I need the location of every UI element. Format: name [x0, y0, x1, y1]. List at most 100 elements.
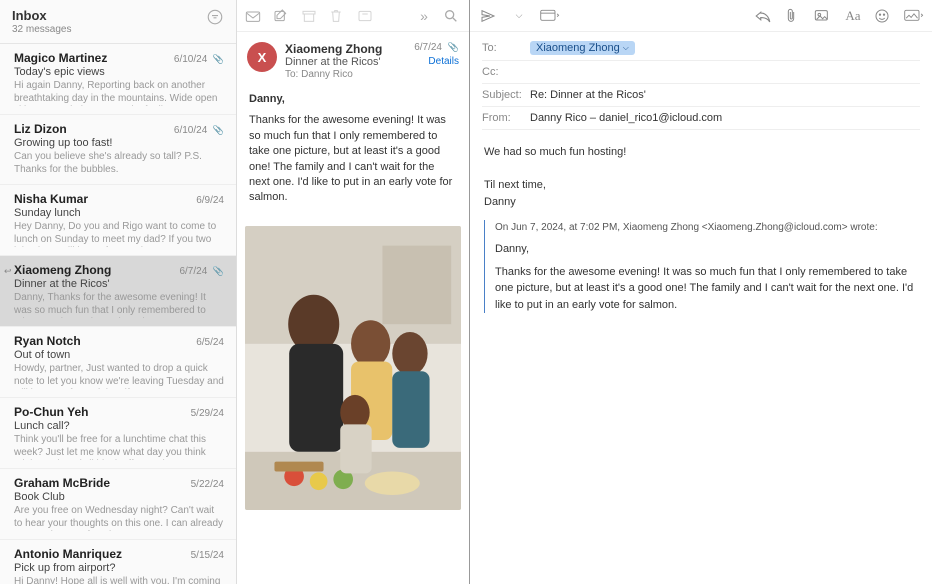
msg-sender: Antonio Manriquez [14, 547, 122, 561]
more-icon[interactable]: » [415, 8, 433, 24]
inbox-header: Inbox 32 messages [0, 0, 236, 44]
preview-greeting: Danny, [249, 92, 457, 107]
preview-header: X Xiaomeng Zhong Dinner at the Ricos' To… [237, 32, 469, 86]
attach-icon: 📎 [210, 266, 224, 276]
body-line: We had so much fun hosting! [484, 144, 918, 161]
quote-body: Thanks for the awesome evening! It was s… [495, 264, 918, 314]
body-line: Danny [484, 194, 918, 211]
mailbox-icon[interactable] [245, 9, 263, 23]
details-link[interactable]: Details [414, 56, 459, 67]
message-item[interactable]: Ryan Notch 6/5/24Out of town Howdy, partne… [0, 327, 236, 398]
msg-subject: Growing up too fast! [14, 137, 224, 149]
chevron-down-icon[interactable]: ⌵ [623, 43, 629, 53]
msg-sender: Xiaomeng Zhong [14, 263, 111, 277]
msg-subject: Today's epic views [14, 66, 224, 78]
compose-body[interactable]: We had so much fun hosting! Til next tim… [470, 134, 932, 323]
msg-date: 5/15/24 [191, 550, 224, 561]
msg-preview: Danny, Thanks for the awesome evening! I… [14, 292, 224, 318]
msg-preview: Are you free on Wednesday night? Can't w… [14, 505, 224, 531]
msg-preview: Hi again Danny, Reporting back on anothe… [14, 80, 224, 106]
msg-date: 6/7/24 📎 [179, 266, 224, 277]
send-menu-chevron-icon[interactable]: ⌵ [510, 10, 528, 21]
attach-icon: 📎 [210, 54, 224, 64]
send-icon[interactable] [480, 8, 498, 24]
flag-icon[interactable] [357, 9, 375, 23]
search-icon[interactable] [443, 8, 461, 24]
message-item[interactable]: ↩Xiaomeng Zhong 6/7/24 📎Dinner at the Ric… [0, 256, 236, 327]
subject-field[interactable]: Subject: Re: Dinner at the Ricos' [482, 84, 920, 107]
attach-icon: 📎 [448, 42, 459, 52]
message-item[interactable]: Graham McBride 5/22/24Book Club Are you fr… [0, 469, 236, 540]
message-item[interactable]: Po-Chun Yeh 5/29/24Lunch call? Think you'l… [0, 398, 236, 469]
preview-subject: Dinner at the Ricos' [285, 56, 406, 68]
filter-icon[interactable] [206, 8, 224, 26]
reply-icon[interactable] [754, 9, 772, 23]
msg-sender: Ryan Notch [14, 334, 81, 348]
message-item[interactable]: Magico Martinez 6/10/24 📎Today's epic vie… [0, 44, 236, 115]
message-item[interactable]: Liz Dizon 6/10/24 📎Growing up too fast! Ca… [0, 115, 236, 185]
format-icon[interactable]: Aa [844, 8, 862, 24]
header-options-icon[interactable] [540, 9, 558, 23]
preview-date: 6/7/24 [414, 42, 442, 53]
from-value: Danny Rico – daniel_rico1@icloud.com [530, 112, 722, 124]
message-item[interactable]: Nisha Kumar 6/9/24Sunday lunch Hey Danny, … [0, 185, 236, 256]
recipient-pill[interactable]: Xiaomeng Zhong⌵ [530, 41, 635, 55]
quote-meta: On Jun 7, 2024, at 7:02 PM, Xiaomeng Zho… [495, 220, 918, 235]
message-list-pane: Inbox 32 messages Magico Martinez 6/10/24… [0, 0, 237, 584]
replied-icon: ↩ [4, 266, 12, 277]
msg-sender: Po-Chun Yeh [14, 405, 88, 419]
msg-date: 6/9/24 [196, 195, 224, 206]
from-field[interactable]: From: Danny Rico – daniel_rico1@icloud.c… [482, 107, 920, 130]
attachment-icon[interactable] [784, 8, 802, 24]
msg-sender: Magico Martinez [14, 51, 107, 65]
message-item[interactable]: Antonio Manriquez 5/15/24Pick up from air… [0, 540, 236, 584]
attach-icon: 📎 [210, 125, 224, 135]
msg-preview: Can you believe she's already so tall? P… [14, 151, 224, 176]
compose-fields: To: Xiaomeng Zhong⌵ Cc: Subject: Re: Din… [470, 32, 932, 134]
msg-sender: Graham McBride [14, 476, 110, 490]
msg-preview: Hi Danny! Hope all is well with you. I'm… [14, 576, 224, 584]
subject-value: Re: Dinner at the Ricos' [530, 89, 646, 101]
compose-pane: ⌵ Aa To: Xiaomeng Zhong⌵ Cc: Subject: Re… [470, 0, 932, 584]
insert-photo-icon[interactable] [814, 9, 832, 23]
preview-image [245, 226, 461, 511]
msg-subject: Lunch call? [14, 420, 224, 432]
quote-greeting: Danny, [495, 241, 918, 258]
message-list[interactable]: Magico Martinez6/10/24 📎Today's epic vie… [0, 44, 236, 584]
compose-toolbar: ⌵ Aa [470, 0, 932, 32]
preview-text: Thanks for the awesome evening! It was s… [249, 113, 457, 205]
quote-block: On Jun 7, 2024, at 7:02 PM, Xiaomeng Zho… [484, 220, 918, 313]
preview-to: To: Danny Rico [285, 69, 406, 80]
emoji-icon[interactable] [874, 8, 892, 24]
msg-subject: Out of town [14, 349, 224, 361]
msg-date: 6/5/24 [196, 337, 224, 348]
body-line: Til next time, [484, 177, 918, 194]
preview-toolbar: » [237, 0, 469, 32]
msg-subject: Pick up from airport? [14, 562, 224, 574]
inbox-count: 32 messages [12, 24, 71, 35]
msg-subject: Sunday lunch [14, 207, 224, 219]
avatar: X [247, 42, 277, 72]
msg-date: 6/10/24 📎 [174, 125, 224, 136]
media-browser-icon[interactable] [904, 9, 922, 23]
msg-date: 6/10/24 📎 [174, 54, 224, 65]
compose-icon[interactable] [273, 8, 291, 24]
cc-field[interactable]: Cc: [482, 61, 920, 84]
msg-date: 5/29/24 [191, 408, 224, 419]
msg-subject: Book Club [14, 491, 224, 503]
archive-icon[interactable] [301, 9, 319, 23]
inbox-title: Inbox [12, 8, 71, 23]
trash-icon[interactable] [329, 8, 347, 24]
to-field[interactable]: To: Xiaomeng Zhong⌵ [482, 36, 920, 61]
msg-preview: Howdy, partner, Just wanted to drop a qu… [14, 363, 224, 389]
preview-body: Danny, Thanks for the awesome evening! I… [237, 86, 469, 216]
msg-preview: Hey Danny, Do you and Rigo want to come … [14, 221, 224, 247]
preview-pane: » X Xiaomeng Zhong Dinner at the Ricos' … [237, 0, 470, 584]
msg-sender: Nisha Kumar [14, 192, 88, 206]
msg-preview: Think you'll be free for a lunchtime cha… [14, 434, 224, 460]
photo-placeholder [245, 226, 461, 511]
preview-sender: Xiaomeng Zhong [285, 42, 406, 56]
msg-subject: Dinner at the Ricos' [14, 278, 224, 290]
msg-date: 5/22/24 [191, 479, 224, 490]
msg-sender: Liz Dizon [14, 122, 67, 136]
